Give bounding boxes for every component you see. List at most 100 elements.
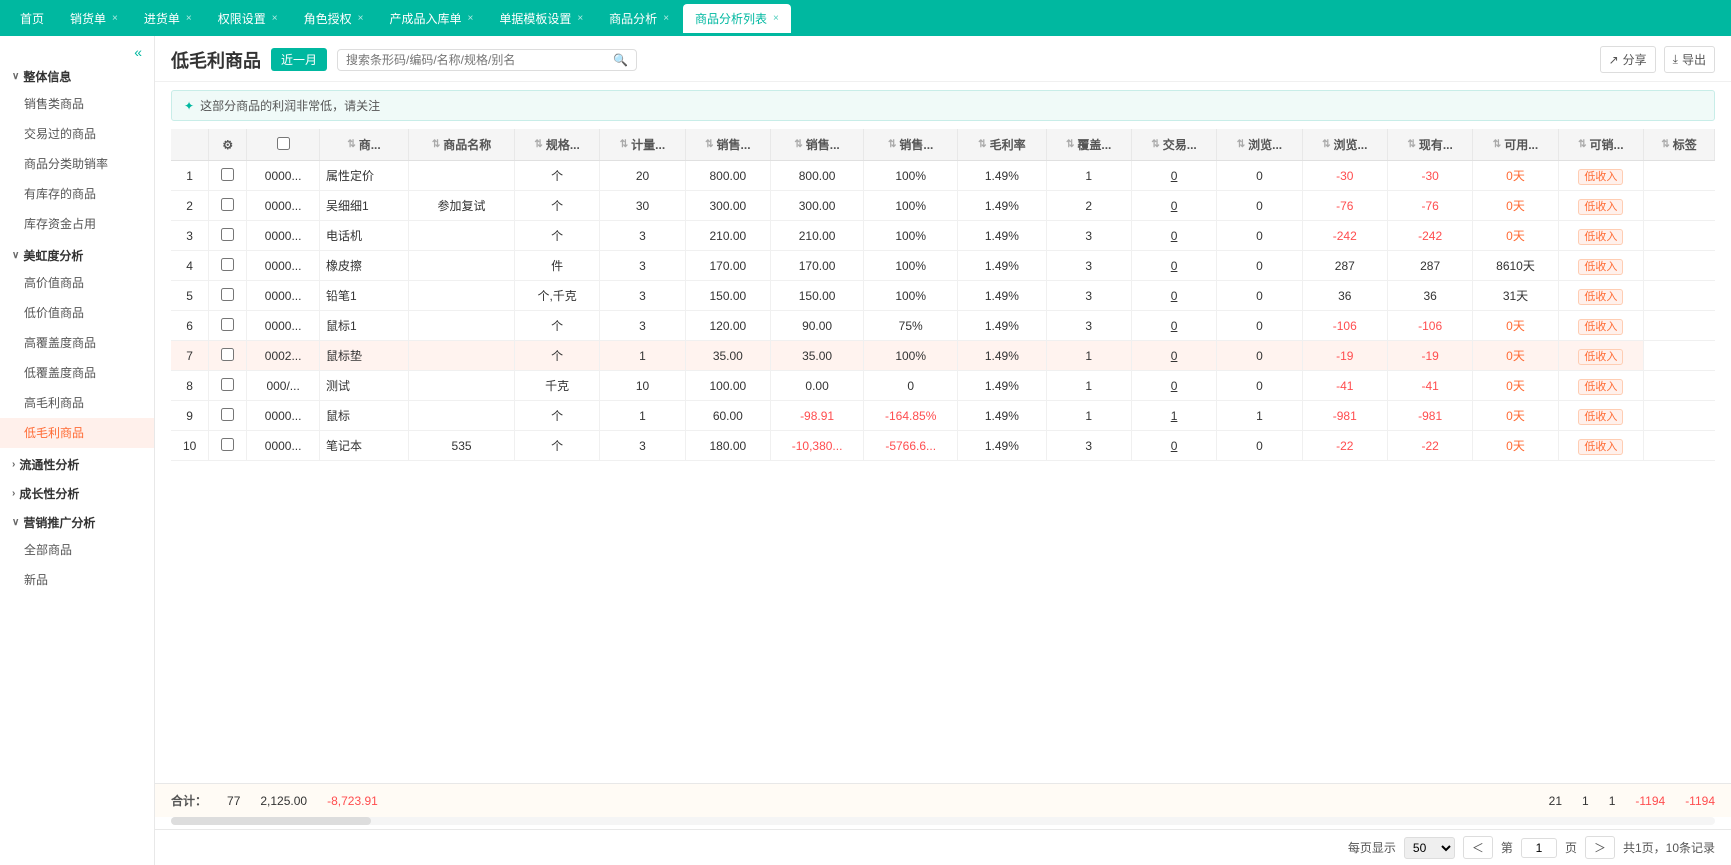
th-settings[interactable]: ⚙ <box>209 129 247 161</box>
nav-item-首页[interactable]: 首页 <box>8 4 56 33</box>
row-checkbox[interactable] <box>221 408 234 421</box>
browse1-link[interactable]: 0 <box>1171 379 1178 393</box>
page-size-select[interactable]: 50 100 <box>1404 837 1455 859</box>
nav-close-商品分析列表[interactable]: × <box>773 13 779 24</box>
row-checkbox[interactable] <box>221 438 234 451</box>
nav-close-产成品入库单[interactable]: × <box>467 13 473 24</box>
td-browse1[interactable]: 0 <box>1131 371 1216 401</box>
nav-close-角色授权[interactable]: × <box>358 13 364 24</box>
browse1-link[interactable]: 0 <box>1171 199 1178 213</box>
sidebar-item-有库存的商品[interactable]: 有库存的商品 <box>0 179 154 209</box>
td-browse1[interactable]: 0 <box>1131 431 1216 461</box>
sort-icon-current[interactable]: ⇅ <box>1407 139 1415 150</box>
sidebar-item-高价值商品[interactable]: 高价值商品 <box>0 268 154 298</box>
browse1-link[interactable]: 0 <box>1171 289 1178 303</box>
sidebar-item-低毛利商品[interactable]: 低毛利商品 <box>0 418 154 448</box>
td-checkbox[interactable] <box>209 431 247 461</box>
browse1-link[interactable]: 0 <box>1171 169 1178 183</box>
sidebar-item-库存资金占用[interactable]: 库存资金占用 <box>0 209 154 239</box>
nav-close-商品分析[interactable]: × <box>663 13 669 24</box>
sort-icon-tag[interactable]: ⇅ <box>1661 139 1669 150</box>
td-checkbox[interactable] <box>209 401 247 431</box>
browse1-link[interactable]: 0 <box>1171 259 1178 273</box>
td-checkbox[interactable] <box>209 371 247 401</box>
scrollbar-track[interactable] <box>171 817 1715 825</box>
sidebar-item-商品分类助销率[interactable]: 商品分类助销率 <box>0 149 154 179</box>
sort-icon-sales_amount[interactable]: ⇅ <box>888 139 896 150</box>
nav-close-单据模板设置[interactable]: × <box>577 13 583 24</box>
next-page-btn[interactable]: ＞ <box>1585 836 1615 859</box>
td-checkbox[interactable] <box>209 281 247 311</box>
sort-icon-available[interactable]: ⇅ <box>1493 139 1501 150</box>
sort-icon-spec[interactable]: ⇅ <box>534 139 542 150</box>
row-checkbox[interactable] <box>221 348 234 361</box>
sidebar-group-美虹度分析[interactable]: ∨美虹度分析 <box>0 239 154 268</box>
td-browse1[interactable]: 0 <box>1131 341 1216 371</box>
sidebar-item-高毛利商品[interactable]: 高毛利商品 <box>0 388 154 418</box>
browse1-link[interactable]: 0 <box>1171 229 1178 243</box>
sort-icon-sellable[interactable]: ⇅ <box>1578 139 1586 150</box>
nav-item-产成品入库单[interactable]: 产成品入库单× <box>377 4 485 33</box>
nav-item-权限设置[interactable]: 权限设置× <box>206 4 290 33</box>
nav-item-单据模板设置[interactable]: 单据模板设置× <box>487 4 595 33</box>
row-checkbox[interactable] <box>221 198 234 211</box>
sidebar-group-流通性分析[interactable]: ›流通性分析 <box>0 448 154 477</box>
nav-item-商品分析[interactable]: 商品分析× <box>597 4 681 33</box>
prev-page-btn[interactable]: ＜ <box>1463 836 1493 859</box>
export-button[interactable]: ⤓ 导出 <box>1664 46 1715 73</box>
nav-close-权限设置[interactable]: × <box>272 13 278 24</box>
page-input[interactable] <box>1521 838 1557 858</box>
sidebar-item-低价值商品[interactable]: 低价值商品 <box>0 298 154 328</box>
sort-icon-sales_price[interactable]: ⇅ <box>794 139 802 150</box>
nav-close-销货单[interactable]: × <box>112 13 118 24</box>
sort-icon-trade[interactable]: ⇅ <box>1151 139 1159 150</box>
sort-icon-name[interactable]: ⇅ <box>432 139 440 150</box>
nav-item-进货单[interactable]: 进货单× <box>132 4 204 33</box>
date-filter-btn[interactable]: 近一月 <box>271 48 327 71</box>
nav-close-进货单[interactable]: × <box>186 13 192 24</box>
td-checkbox[interactable] <box>209 251 247 281</box>
sidebar-group-成长性分析[interactable]: ›成长性分析 <box>0 477 154 506</box>
row-checkbox[interactable] <box>221 258 234 271</box>
share-button[interactable]: ↗ 分享 <box>1600 46 1656 73</box>
browse1-link[interactable]: 0 <box>1171 349 1178 363</box>
sidebar-item-低覆盖度商品[interactable]: 低覆盖度商品 <box>0 358 154 388</box>
sidebar-item-交易过的商品[interactable]: 交易过的商品 <box>0 119 154 149</box>
select-all-checkbox[interactable] <box>277 137 290 150</box>
sort-icon-coverage[interactable]: ⇅ <box>1066 139 1074 150</box>
th-checkbox[interactable] <box>247 129 320 161</box>
nav-item-销货单[interactable]: 销货单× <box>58 4 130 33</box>
sort-icon-code[interactable]: ⇅ <box>347 139 355 150</box>
browse1-link[interactable]: 0 <box>1171 439 1178 453</box>
td-browse1[interactable]: 0 <box>1131 251 1216 281</box>
sort-icon-gross_margin[interactable]: ⇅ <box>978 139 986 150</box>
td-browse1[interactable]: 0 <box>1131 221 1216 251</box>
nav-item-商品分析列表[interactable]: 商品分析列表× <box>683 4 791 33</box>
row-checkbox[interactable] <box>221 318 234 331</box>
td-checkbox[interactable] <box>209 221 247 251</box>
td-checkbox[interactable] <box>209 311 247 341</box>
sort-icon-unit[interactable]: ⇅ <box>620 139 628 150</box>
sort-icon-browse1[interactable]: ⇅ <box>1237 139 1245 150</box>
sidebar-item-新品[interactable]: 新品 <box>0 565 154 595</box>
td-checkbox[interactable] <box>209 161 247 191</box>
search-icon[interactable]: 🔍 <box>613 53 628 67</box>
sidebar-item-全部商品[interactable]: 全部商品 <box>0 535 154 565</box>
row-checkbox[interactable] <box>221 378 234 391</box>
td-browse1[interactable]: 1 <box>1131 401 1216 431</box>
row-checkbox[interactable] <box>221 228 234 241</box>
sidebar-collapse-btn[interactable]: « <box>130 44 146 60</box>
browse1-link[interactable]: 0 <box>1171 319 1178 333</box>
td-browse1[interactable]: 0 <box>1131 191 1216 221</box>
sidebar-group-营销推广分析[interactable]: ∨营销推广分析 <box>0 506 154 535</box>
row-checkbox[interactable] <box>221 168 234 181</box>
scrollbar-thumb[interactable] <box>171 817 371 825</box>
sidebar-group-整体信息[interactable]: ∨整体信息 <box>0 60 154 89</box>
td-browse1[interactable]: 0 <box>1131 161 1216 191</box>
row-checkbox[interactable] <box>221 288 234 301</box>
sidebar-item-高覆盖度商品[interactable]: 高覆盖度商品 <box>0 328 154 358</box>
nav-item-角色授权[interactable]: 角色授权× <box>292 4 376 33</box>
sidebar-item-销售类商品[interactable]: 销售类商品 <box>0 89 154 119</box>
search-input[interactable] <box>346 53 609 67</box>
td-browse1[interactable]: 0 <box>1131 281 1216 311</box>
